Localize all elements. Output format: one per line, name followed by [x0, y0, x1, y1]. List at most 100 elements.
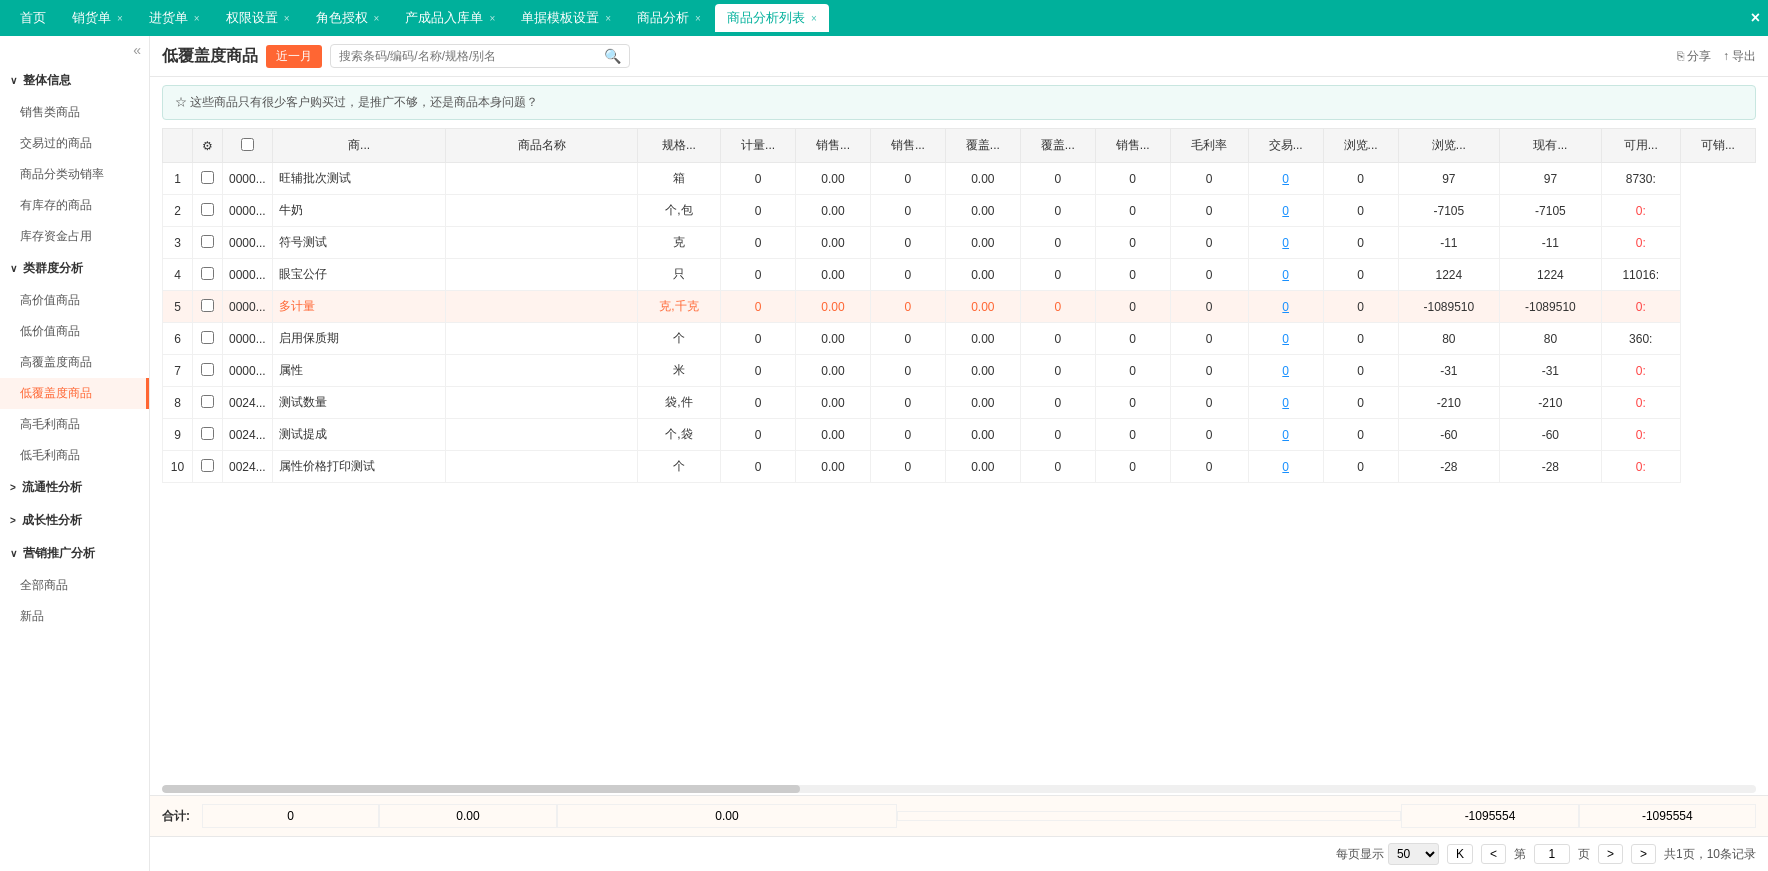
th-spec[interactable]: 规格...	[637, 129, 720, 163]
th-sale3[interactable]: 销售...	[1095, 129, 1170, 163]
cell-view1[interactable]: 0	[1248, 259, 1323, 291]
th-sale_amt[interactable]: 销售...	[870, 129, 945, 163]
row-checkbox[interactable]	[201, 331, 214, 344]
cell-name[interactable]: 符号测试	[272, 227, 446, 259]
th-code[interactable]: 商...	[272, 129, 446, 163]
next-page-button[interactable]: >	[1598, 844, 1623, 864]
close-tab-button[interactable]: ×	[695, 13, 701, 24]
first-page-button[interactable]: K	[1447, 844, 1473, 864]
time-filter-button[interactable]: 近一月	[266, 45, 322, 68]
cell-checkbox[interactable]	[193, 259, 223, 291]
cell-checkbox[interactable]	[193, 195, 223, 227]
sidebar-item-高毛利商品[interactable]: 高毛利商品	[0, 409, 149, 440]
view1-link[interactable]: 0	[1282, 428, 1289, 442]
sidebar-section-流通性分析[interactable]: >流通性分析	[0, 471, 149, 504]
sidebar-item-低覆盖度商品[interactable]: 低覆盖度商品	[0, 378, 149, 409]
sidebar-collapse-button[interactable]: «	[0, 36, 149, 64]
cell-view1[interactable]: 0	[1248, 227, 1323, 259]
cell-checkbox[interactable]	[193, 323, 223, 355]
last-page-button[interactable]: >	[1631, 844, 1656, 864]
nav-tab-首页[interactable]: 首页	[8, 4, 58, 32]
page-size-dropdown[interactable]: 2050100200	[1388, 843, 1439, 865]
row-checkbox[interactable]	[201, 363, 214, 376]
view1-link[interactable]: 0	[1282, 268, 1289, 282]
nav-tab-商品分析[interactable]: 商品分析×	[625, 4, 713, 32]
sidebar-item-销售类商品[interactable]: 销售类商品	[0, 97, 149, 128]
row-checkbox[interactable]	[201, 171, 214, 184]
view1-link[interactable]: 0	[1282, 236, 1289, 250]
cell-checkbox[interactable]	[193, 387, 223, 419]
sidebar-section-成长性分析[interactable]: >成长性分析	[0, 504, 149, 537]
th-settings[interactable]: ⚙	[193, 129, 223, 163]
row-checkbox[interactable]	[201, 203, 214, 216]
page-number-input[interactable]	[1534, 844, 1570, 864]
th-unit[interactable]: 计量...	[721, 129, 796, 163]
cell-name[interactable]: 多计量	[272, 291, 446, 323]
sidebar-item-高价值商品[interactable]: 高价值商品	[0, 285, 149, 316]
sidebar-item-新品[interactable]: 新品	[0, 601, 149, 632]
th-name[interactable]: 商品名称	[446, 129, 637, 163]
cell-name[interactable]: 测试数量	[272, 387, 446, 419]
view1-link[interactable]: 0	[1282, 396, 1289, 410]
view1-link[interactable]: 0	[1282, 364, 1289, 378]
sidebar-item-商品分类动销率[interactable]: 商品分类动销率	[0, 159, 149, 190]
th-cover2[interactable]: 覆盖...	[1020, 129, 1095, 163]
footer-scroll[interactable]	[150, 783, 1768, 795]
sidebar-item-低毛利商品[interactable]: 低毛利商品	[0, 440, 149, 471]
close-tab-button[interactable]: ×	[374, 13, 380, 24]
th-view2[interactable]: 浏览...	[1398, 129, 1500, 163]
view1-link[interactable]: 0	[1282, 332, 1289, 346]
cell-view1[interactable]: 0	[1248, 387, 1323, 419]
cell-checkbox[interactable]	[193, 291, 223, 323]
sidebar-item-有库存的商品[interactable]: 有库存的商品	[0, 190, 149, 221]
table-area[interactable]: ⚙商...商品名称规格...计量...销售...销售...覆盖...覆盖...销…	[150, 128, 1768, 783]
view1-link[interactable]: 0	[1282, 460, 1289, 474]
cell-name[interactable]: 牛奶	[272, 195, 446, 227]
cell-name[interactable]: 启用保质期	[272, 323, 446, 355]
th-sale_qty[interactable]: 销售...	[796, 129, 871, 163]
nav-tab-进货单[interactable]: 进货单×	[137, 4, 212, 32]
nav-tab-产成品入库单[interactable]: 产成品入库单×	[393, 4, 507, 32]
cell-name[interactable]: 眼宝公仔	[272, 259, 446, 291]
cell-name[interactable]: 属性价格打印测试	[272, 451, 446, 483]
cell-view1[interactable]: 0	[1248, 163, 1323, 195]
cell-checkbox[interactable]	[193, 451, 223, 483]
cell-name[interactable]: 旺辅批次测试	[272, 163, 446, 195]
sidebar-item-库存资金占用[interactable]: 库存资金占用	[0, 221, 149, 252]
row-checkbox[interactable]	[201, 459, 214, 472]
th-sellable[interactable]: 可销...	[1680, 129, 1755, 163]
view1-link[interactable]: 0	[1282, 300, 1289, 314]
cell-view1[interactable]: 0	[1248, 291, 1323, 323]
search-icon[interactable]: 🔍	[604, 48, 621, 64]
select-all-checkbox[interactable]	[241, 138, 254, 151]
row-checkbox[interactable]	[201, 267, 214, 280]
sidebar-item-交易过的商品[interactable]: 交易过的商品	[0, 128, 149, 159]
nav-tab-单据模板设置[interactable]: 单据模板设置×	[509, 4, 623, 32]
nav-tab-商品分析列表[interactable]: 商品分析列表×	[715, 4, 829, 32]
sidebar-item-高覆盖度商品[interactable]: 高覆盖度商品	[0, 347, 149, 378]
close-tab-button[interactable]: ×	[284, 13, 290, 24]
cell-name[interactable]: 属性	[272, 355, 446, 387]
th-cover1[interactable]: 覆盖...	[945, 129, 1020, 163]
sidebar-section-类群度分析[interactable]: ∨类群度分析	[0, 252, 149, 285]
row-checkbox[interactable]	[201, 299, 214, 312]
cell-name[interactable]: 测试提成	[272, 419, 446, 451]
nav-tab-角色授权[interactable]: 角色授权×	[304, 4, 392, 32]
cell-checkbox[interactable]	[193, 163, 223, 195]
th-view1[interactable]: 浏览...	[1323, 129, 1398, 163]
cell-checkbox[interactable]	[193, 355, 223, 387]
cell-checkbox[interactable]	[193, 419, 223, 451]
close-tab-button[interactable]: ×	[489, 13, 495, 24]
view1-link[interactable]: 0	[1282, 204, 1289, 218]
nav-tab-销货单[interactable]: 销货单×	[60, 4, 135, 32]
export-button[interactable]: ↑ 导出	[1723, 48, 1756, 65]
close-tab-button[interactable]: ×	[811, 13, 817, 24]
prev-page-button[interactable]: <	[1481, 844, 1506, 864]
view1-link[interactable]: 0	[1282, 172, 1289, 186]
row-checkbox[interactable]	[201, 395, 214, 408]
sidebar-item-全部商品[interactable]: 全部商品	[0, 570, 149, 601]
sidebar-section-整体信息[interactable]: ∨整体信息	[0, 64, 149, 97]
cell-view1[interactable]: 0	[1248, 323, 1323, 355]
close-all-tabs-button[interactable]: ×	[1751, 9, 1760, 27]
th-trade[interactable]: 交易...	[1248, 129, 1323, 163]
